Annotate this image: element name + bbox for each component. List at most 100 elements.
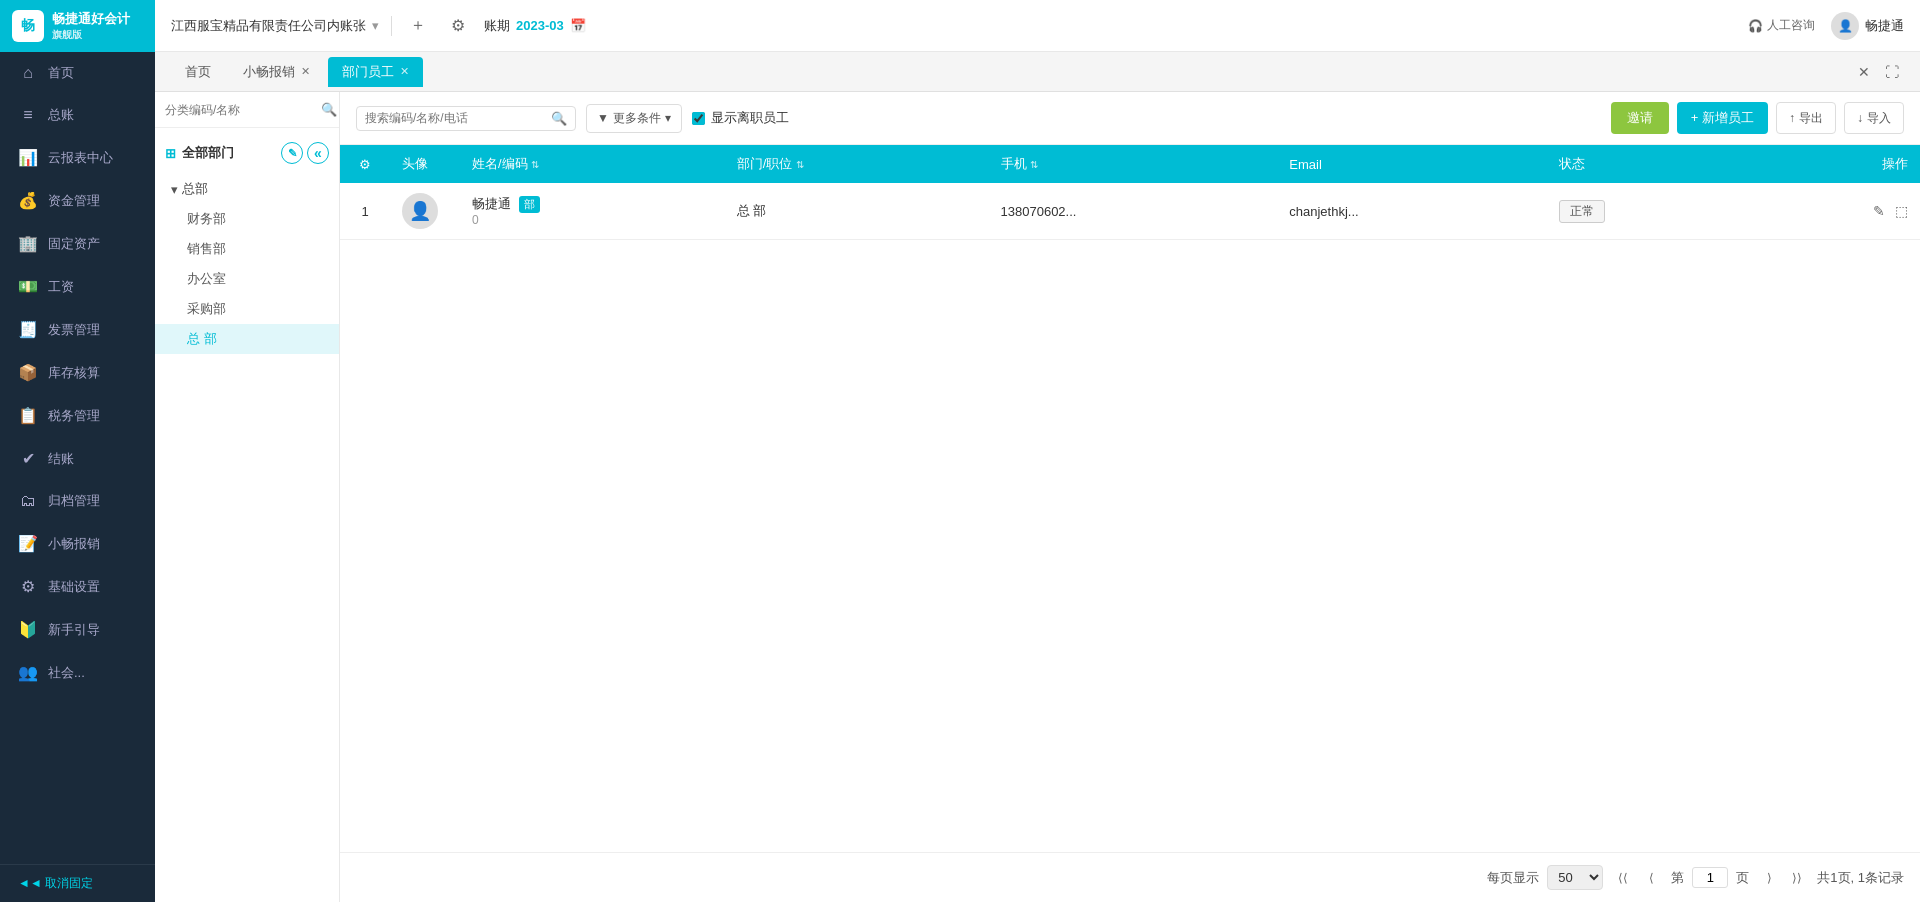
sidebar-item-salary[interactable]: 💵 工资 [0,265,155,308]
salary-icon: 💵 [18,277,38,296]
sidebar-item-tax[interactable]: 📋 税务管理 [0,394,155,437]
col-status: 状态 [1547,145,1749,183]
dept-all-label[interactable]: 全部部门 [182,144,234,162]
company-name: 江西服宝精品有限责任公司内账张 [171,17,366,35]
row-index: 1 [340,183,390,240]
dept-search-input[interactable] [165,103,315,117]
row-action-icons: ✎ ⬚ [1761,203,1908,219]
col-phone[interactable]: 手机 ⇅ [989,145,1278,183]
sidebar-item-archive[interactable]: 🗂 归档管理 [0,480,155,522]
col-settings[interactable]: ⚙ [340,145,390,183]
emp-avatar: 👤 [402,193,438,229]
tab-expense-close[interactable]: ✕ [301,65,310,78]
last-page-button[interactable]: ⟩⟩ [1785,866,1809,890]
col-actions: 操作 [1749,145,1920,183]
invite-button[interactable]: 邀请 [1611,102,1669,134]
company-dropdown-icon: ▾ [372,18,379,33]
sidebar-pin-toggle[interactable]: ◄◄ 取消固定 [0,864,155,902]
emp-table-header: ⚙ 头像 姓名/编码 ⇅ 部门/职位 ⇅ [340,145,1920,183]
user-avatar: 👤 [1831,12,1859,40]
status-badge: 正常 [1559,200,1605,223]
row-dept-cell: 总 部 [725,183,989,240]
company-selector[interactable]: 江西服宝精品有限责任公司内账张 ▾ [171,17,379,35]
sidebar-item-home[interactable]: ⌂ 首页 [0,52,155,94]
sidebar-item-finance[interactable]: 💰 资金管理 [0,179,155,222]
tab-expense-label: 小畅报销 [243,63,295,81]
sidebar-item-expense[interactable]: 📝 小畅报销 [0,522,155,565]
col-name[interactable]: 姓名/编码 ⇅ [460,145,725,183]
inventory-icon: 📦 [18,363,38,382]
dept-child-finance[interactable]: 财务部 [155,204,339,234]
dept-search-icon[interactable]: 🔍 [321,102,337,117]
first-page-button[interactable]: ⟨⟨ [1611,866,1635,890]
sidebar-item-guide[interactable]: 🔰 新手引导 [0,608,155,651]
dept-sort-icon: ⇅ [796,159,804,170]
add-employee-button[interactable]: + 新增员工 [1677,102,1768,134]
tab-department[interactable]: 部门员工 ✕ [328,57,423,87]
employee-panel: 🔍 ▼ 更多条件 ▾ 显示离职员工 邀请 + 新增员工 ↑ 导出 [340,92,1920,902]
dept-add-icon[interactable]: ✎ [281,142,303,164]
sidebar-item-social[interactable]: 👥 社会... [0,651,155,694]
user-menu[interactable]: 👤 畅捷通 [1831,12,1904,40]
emp-table-body: 1 👤 畅捷通 部 0 [340,183,1920,240]
show-resigned-checkbox[interactable]: 显示离职员工 [692,109,789,127]
page-suffix: 页 [1736,869,1749,887]
page-input[interactable] [1692,867,1728,888]
sidebar-item-close[interactable]: ✔ 结账 [0,437,155,480]
sidebar-item-expense-label: 小畅报销 [48,535,100,553]
dept-expand-icon: ▾ [171,182,178,197]
tabs-actions: ✕ ⛶ [1852,60,1904,84]
tab-expense[interactable]: 小畅报销 ✕ [229,57,324,87]
tab-home[interactable]: 首页 [171,57,225,87]
tab-department-close[interactable]: ✕ [400,65,409,78]
phone-sort-icon: ⇅ [1030,159,1038,170]
show-resigned-input[interactable] [692,112,705,125]
next-page-button[interactable]: ⟩ [1757,866,1781,890]
dept-child-sales[interactable]: 销售部 [155,234,339,264]
name-sort-icon: ⇅ [531,159,539,170]
emp-table-wrapper: ⚙ 头像 姓名/编码 ⇅ 部门/职位 ⇅ [340,145,1920,852]
dept-child-purchase[interactable]: 采购部 [155,294,339,324]
sidebar-item-assets[interactable]: 🏢 固定资产 [0,222,155,265]
filter-icon: ▼ [597,111,609,125]
sidebar-logo: 畅 畅捷通好会计 旗舰版 [0,0,155,52]
prev-page-button[interactable]: ⟨ [1639,866,1663,890]
sidebar-item-inventory-label: 库存核算 [48,364,100,382]
total-records: 共1页, 1条记录 [1817,869,1904,887]
sidebar-item-salary-label: 工资 [48,278,74,296]
tab-close-all-button[interactable]: ✕ [1852,60,1876,84]
sidebar-item-reports[interactable]: 📊 云报表中心 [0,136,155,179]
emp-search-input[interactable] [365,111,545,125]
settings-button[interactable]: ⚙ [444,12,472,40]
export-button[interactable]: ↑ 导出 [1776,102,1836,134]
dept-parent-headquarters[interactable]: ▾ 总部 [155,174,339,204]
col-dept[interactable]: 部门/职位 ⇅ [725,145,989,183]
emp-table: ⚙ 头像 姓名/编码 ⇅ 部门/职位 ⇅ [340,145,1920,240]
tabs-bar: 首页 小畅报销 ✕ 部门员工 ✕ ✕ ⛶ [155,52,1920,92]
page-nav: ⟨⟨ ⟨ 第 页 ⟩ ⟩⟩ [1611,866,1809,890]
sidebar-item-ledger[interactable]: ≡ 总账 [0,94,155,136]
dept-child-general[interactable]: 总 部 [155,324,339,354]
import-button[interactable]: ↓ 导入 [1844,102,1904,134]
row-avatar-cell: 👤 [390,183,460,240]
sidebar-item-settings[interactable]: ⚙ 基础设置 [0,565,155,608]
sidebar-item-home-label: 首页 [48,64,74,82]
emp-search-icon[interactable]: 🔍 [551,111,567,126]
reports-icon: 📊 [18,148,38,167]
sidebar-item-inventory[interactable]: 📦 库存核算 [0,351,155,394]
sidebar-item-invoice[interactable]: 🧾 发票管理 [0,308,155,351]
per-page-select[interactable]: 50 10 20 100 [1547,865,1603,890]
filter-button[interactable]: ▼ 更多条件 ▾ [586,104,682,133]
dept-search-bar: 🔍 [155,92,339,128]
logout-icon[interactable]: ⬚ [1895,203,1908,219]
dept-collapse-icon[interactable]: « [307,142,329,164]
headset-icon: 🎧 [1748,19,1763,33]
sidebar-item-settings-label: 基础设置 [48,578,100,596]
add-account-button[interactable]: ＋ [404,12,432,40]
tab-expand-button[interactable]: ⛶ [1880,60,1904,84]
dept-child-office[interactable]: 办公室 [155,264,339,294]
calendar-icon[interactable]: 📅 [570,18,586,33]
dept-group-headquarters: ▾ 总部 财务部 销售部 办公室 采购部 总 部 [155,170,339,358]
support-button[interactable]: 🎧 人工咨询 [1748,17,1815,34]
edit-icon[interactable]: ✎ [1873,203,1885,219]
